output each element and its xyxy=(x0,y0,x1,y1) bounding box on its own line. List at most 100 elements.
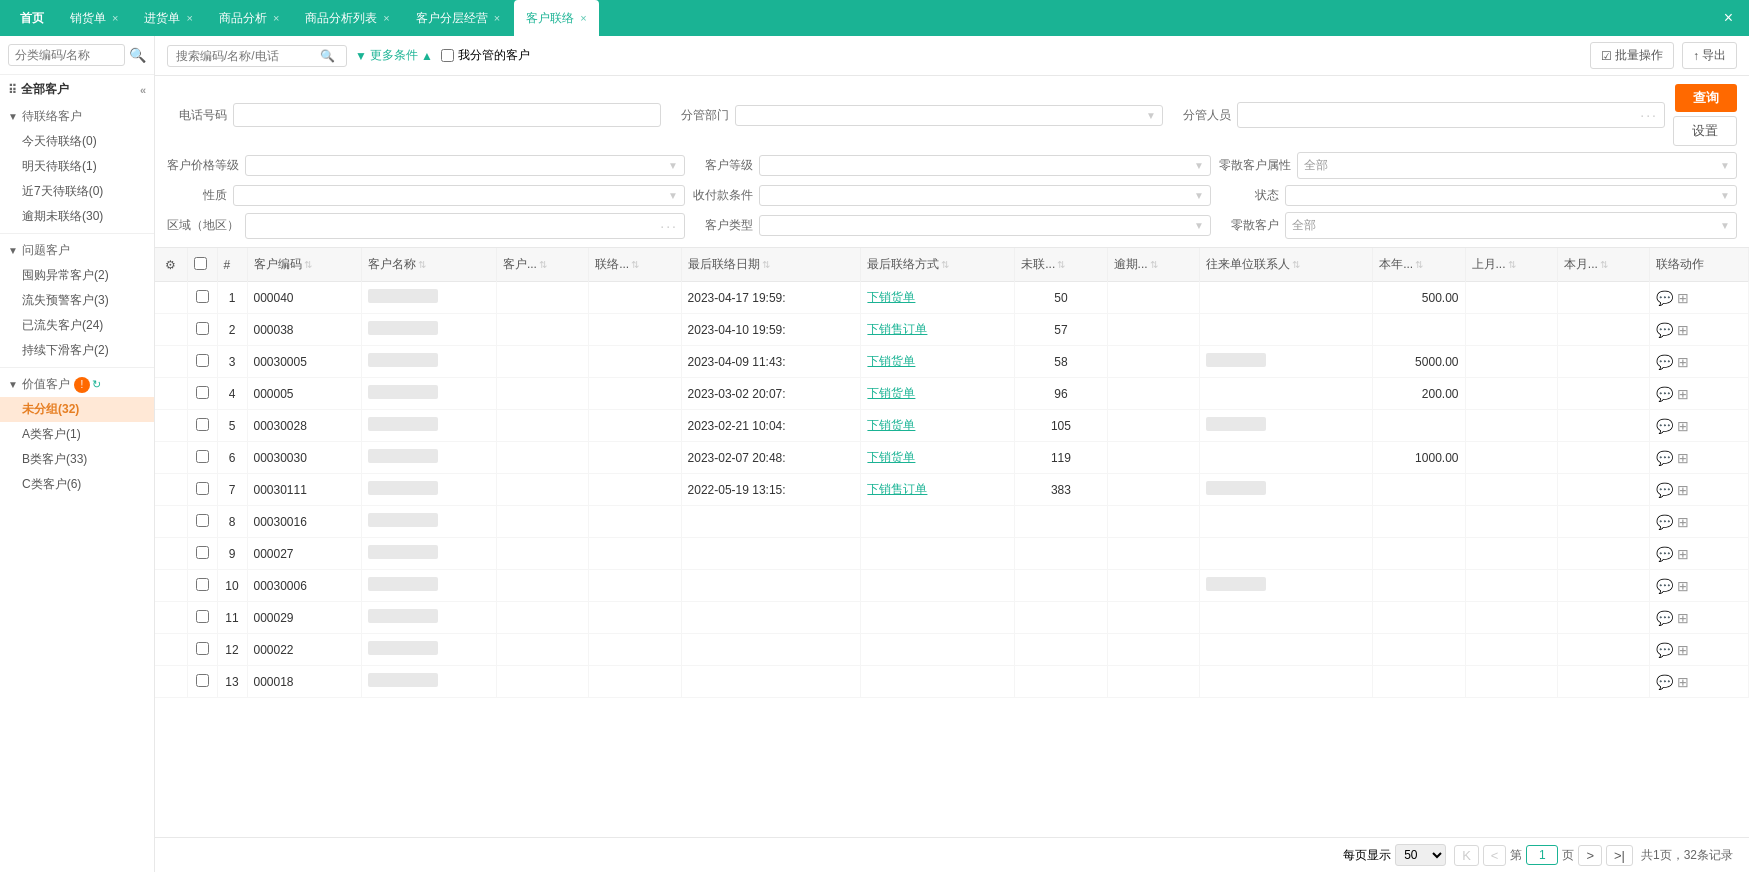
current-page-input[interactable] xyxy=(1526,845,1558,865)
cell-last-method[interactable]: 下销售订单 xyxy=(861,314,1015,346)
more-icon[interactable]: ⊞ xyxy=(1677,418,1689,434)
row-checkbox[interactable] xyxy=(196,482,209,495)
prev-page-button[interactable]: < xyxy=(1483,845,1507,866)
cell-last-method[interactable] xyxy=(861,666,1015,698)
page-size-select[interactable]: 50 10 20 100 xyxy=(1395,844,1446,866)
call-icon[interactable]: 💬 xyxy=(1656,546,1673,562)
sidebar-search-icon[interactable]: 🔍 xyxy=(129,47,146,63)
close-analysis-list-icon[interactable]: × xyxy=(383,12,389,24)
row-checkbox[interactable] xyxy=(196,290,209,303)
cell-checkbox[interactable] xyxy=(187,602,217,634)
cell-checkbox[interactable] xyxy=(187,346,217,378)
sidebar-item-overdue[interactable]: 逾期未联络(30) xyxy=(0,204,154,229)
call-icon[interactable]: 💬 xyxy=(1656,482,1673,498)
search-icon[interactable]: 🔍 xyxy=(320,49,335,63)
sidebar-item-ungrouped[interactable]: 未分组(32) xyxy=(0,397,154,422)
batch-ops-button[interactable]: ☑ 批量操作 xyxy=(1590,42,1674,69)
cell-last-method[interactable] xyxy=(861,506,1015,538)
call-icon[interactable]: 💬 xyxy=(1656,386,1673,402)
sidebar-item-b-class[interactable]: B类客户(33) xyxy=(0,447,154,472)
retail-select[interactable]: 全部 ▼ xyxy=(1285,212,1737,239)
close-customer-contact-icon[interactable]: × xyxy=(580,12,586,24)
col-this-year[interactable]: 本年...⇅ xyxy=(1373,248,1465,282)
row-checkbox[interactable] xyxy=(196,450,209,463)
row-checkbox[interactable] xyxy=(196,578,209,591)
payment-select[interactable]: ▼ xyxy=(759,185,1211,206)
close-sales-icon[interactable]: × xyxy=(112,12,118,24)
call-icon[interactable]: 💬 xyxy=(1656,418,1673,434)
sidebar-item-abnormal[interactable]: 囤购异常客户(2) xyxy=(0,263,154,288)
col-not-contact[interactable]: 未联...⇅ xyxy=(1015,248,1107,282)
person-select[interactable]: ··· xyxy=(1237,102,1665,128)
sidebar-problem-group[interactable]: ▼ 问题客户 xyxy=(0,238,154,263)
more-icon[interactable]: ⊞ xyxy=(1677,610,1689,626)
select-all-checkbox[interactable] xyxy=(194,257,207,270)
cell-last-method[interactable] xyxy=(861,538,1015,570)
sidebar-item-churned[interactable]: 已流失客户(24) xyxy=(0,313,154,338)
row-checkbox[interactable] xyxy=(196,610,209,623)
nav-purchase[interactable]: 进货单 × xyxy=(132,0,204,36)
last-page-button[interactable]: >| xyxy=(1606,845,1633,866)
col-last-month[interactable]: 上月...⇅ xyxy=(1465,248,1557,282)
nav-customer-tier[interactable]: 客户分层经营 × xyxy=(404,0,512,36)
cell-checkbox[interactable] xyxy=(187,314,217,346)
col-last-date[interactable]: 最后联络日期⇅ xyxy=(681,248,861,282)
cell-last-method[interactable]: 下销货单 xyxy=(861,442,1015,474)
retail-attr-select[interactable]: 全部 ▼ xyxy=(1297,152,1737,179)
more-icon[interactable]: ⊞ xyxy=(1677,674,1689,690)
window-close-button[interactable]: × xyxy=(1716,9,1741,27)
first-page-button[interactable]: K xyxy=(1454,845,1479,866)
call-icon[interactable]: 💬 xyxy=(1656,610,1673,626)
more-icon[interactable]: ⊞ xyxy=(1677,354,1689,370)
nav-analysis[interactable]: 商品分析 × xyxy=(207,0,291,36)
sidebar-item-7days[interactable]: 近7天待联络(0) xyxy=(0,179,154,204)
call-icon[interactable]: 💬 xyxy=(1656,674,1673,690)
nav-sales[interactable]: 销货单 × xyxy=(58,0,130,36)
cell-last-method[interactable]: 下销货单 xyxy=(861,346,1015,378)
call-icon[interactable]: 💬 xyxy=(1656,450,1673,466)
more-icon[interactable]: ⊞ xyxy=(1677,514,1689,530)
cust-type-select[interactable]: ▼ xyxy=(759,215,1211,236)
sidebar-collapse-icon[interactable]: « xyxy=(140,84,146,96)
more-icon[interactable]: ⊞ xyxy=(1677,642,1689,658)
sidebar-item-declining[interactable]: 持续下滑客户(2) xyxy=(0,338,154,363)
cust-level-select[interactable]: ▼ xyxy=(759,155,1211,176)
more-icon[interactable]: ⊞ xyxy=(1677,578,1689,594)
col-code[interactable]: 客户编码⇅ xyxy=(247,248,362,282)
sidebar-valuation-group[interactable]: ▼ 价值客户 ! ↻ xyxy=(0,372,154,397)
more-icon[interactable]: ⊞ xyxy=(1677,450,1689,466)
col-type[interactable]: 客户...⇅ xyxy=(496,248,588,282)
cell-last-method[interactable] xyxy=(861,570,1015,602)
sidebar-item-a-class[interactable]: A类客户(1) xyxy=(0,422,154,447)
sidebar-item-today[interactable]: 今天待联络(0) xyxy=(0,129,154,154)
close-analysis-icon[interactable]: × xyxy=(273,12,279,24)
reset-button[interactable]: 设置 xyxy=(1673,116,1737,146)
status-select[interactable]: ▼ xyxy=(1285,185,1737,206)
nav-customer-contact[interactable]: 客户联络 × xyxy=(514,0,598,36)
call-icon[interactable]: 💬 xyxy=(1656,578,1673,594)
price-level-select[interactable]: ▼ xyxy=(245,155,685,176)
sidebar-item-c-class[interactable]: C类客户(6) xyxy=(0,472,154,497)
more-icon[interactable]: ⊞ xyxy=(1677,546,1689,562)
more-icon[interactable]: ⊞ xyxy=(1677,290,1689,306)
nav-analysis-list[interactable]: 商品分析列表 × xyxy=(293,0,401,36)
cell-checkbox[interactable] xyxy=(187,282,217,314)
col-checkbox[interactable] xyxy=(187,248,217,282)
more-icon[interactable]: ⊞ xyxy=(1677,386,1689,402)
row-checkbox[interactable] xyxy=(196,674,209,687)
row-checkbox[interactable] xyxy=(196,322,209,335)
cell-checkbox[interactable] xyxy=(187,570,217,602)
col-this-month[interactable]: 本月...⇅ xyxy=(1557,248,1649,282)
nav-home[interactable]: 首页 xyxy=(8,0,56,36)
phone-input[interactable] xyxy=(233,103,661,127)
search-input[interactable] xyxy=(176,49,316,63)
cell-last-method[interactable]: 下销货单 xyxy=(861,282,1015,314)
sidebar-search-input[interactable] xyxy=(8,44,125,66)
nature-select[interactable]: ▼ xyxy=(233,185,685,206)
cell-checkbox[interactable] xyxy=(187,538,217,570)
call-icon[interactable]: 💬 xyxy=(1656,290,1673,306)
col-settings[interactable]: ⚙ xyxy=(155,248,187,282)
row-checkbox[interactable] xyxy=(196,354,209,367)
valuation-refresh-icon[interactable]: ↻ xyxy=(92,378,101,391)
cell-last-method[interactable] xyxy=(861,602,1015,634)
